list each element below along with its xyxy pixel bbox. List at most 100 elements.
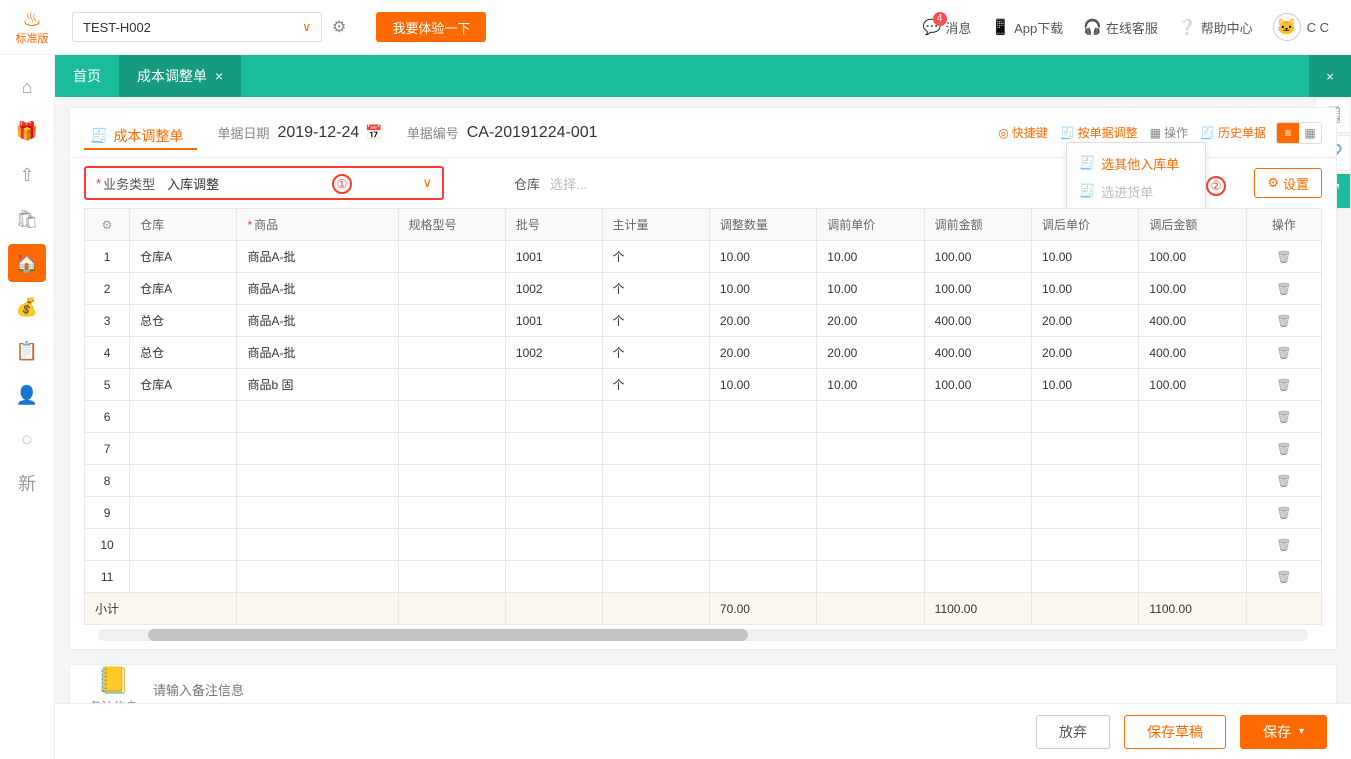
nav-flow[interactable]: ◌ (8, 420, 46, 458)
cell-post-amount[interactable] (1139, 529, 1246, 561)
cell-post-price[interactable] (1032, 433, 1139, 465)
cell-post-amount[interactable]: 100.00 (1139, 369, 1246, 401)
gear-icon[interactable]: ⚙ (332, 17, 346, 37)
nav-new[interactable]: 新 (8, 464, 46, 502)
cell-pre-price[interactable] (817, 561, 924, 593)
table-row[interactable]: 7🗑 (85, 433, 1322, 465)
remark-input[interactable] (141, 671, 1320, 703)
cell-post-price[interactable]: 10.00 (1032, 241, 1139, 273)
col-pre-amount[interactable]: 调前金额 (924, 209, 1031, 241)
cell-batch[interactable]: 1001 (505, 241, 602, 273)
cell-post-amount[interactable]: 400.00 (1139, 337, 1246, 369)
cell-qty[interactable]: 10.00 (709, 369, 816, 401)
col-spec[interactable]: 规格型号 (398, 209, 505, 241)
operation-link[interactable]: ▦操作 (1150, 124, 1188, 141)
cell-warehouse[interactable]: 仓库A (130, 273, 237, 305)
cell-unit[interactable] (602, 433, 709, 465)
cell-batch[interactable] (505, 529, 602, 561)
cell-post-price[interactable] (1032, 561, 1139, 593)
delete-row-button[interactable]: 🗑 (1246, 401, 1321, 433)
cell-product[interactable] (237, 433, 398, 465)
cell-spec[interactable] (398, 529, 505, 561)
doc-type-tab[interactable]: 🧾 成本调整单 (84, 116, 197, 150)
cell-post-price[interactable]: 10.00 (1032, 273, 1139, 305)
table-row[interactable]: 6🗑 (85, 401, 1322, 433)
cell-post-price[interactable] (1032, 529, 1139, 561)
table-row[interactable]: 11🗑 (85, 561, 1322, 593)
header-gear[interactable]: ⚙ (85, 209, 130, 241)
scrollbar-thumb[interactable] (148, 629, 748, 641)
cell-spec[interactable] (398, 497, 505, 529)
cell-post-amount[interactable] (1139, 561, 1246, 593)
nav-doc[interactable]: 📋 (8, 332, 46, 370)
cell-warehouse[interactable]: 仓库A (130, 241, 237, 273)
cell-batch[interactable] (505, 497, 602, 529)
cell-post-price[interactable] (1032, 401, 1139, 433)
table-row[interactable]: 10🗑 (85, 529, 1322, 561)
cell-warehouse[interactable]: 总仓 (130, 305, 237, 337)
cell-warehouse[interactable] (130, 401, 237, 433)
cell-product[interactable] (237, 465, 398, 497)
cell-batch[interactable] (505, 369, 602, 401)
adjust-by-bill-link[interactable]: 🧾按单据调整 (1060, 124, 1138, 141)
cell-pre-price[interactable] (817, 433, 924, 465)
nav-bag[interactable]: 🛍 (8, 200, 46, 238)
cell-unit[interactable]: 个 (602, 305, 709, 337)
col-unit[interactable]: 主计量 (602, 209, 709, 241)
cell-product[interactable]: 商品A-批 (237, 273, 398, 305)
cell-unit[interactable] (602, 561, 709, 593)
table-row[interactable]: 9🗑 (85, 497, 1322, 529)
cell-post-amount[interactable] (1139, 465, 1246, 497)
cell-unit[interactable]: 个 (602, 369, 709, 401)
cell-spec[interactable] (398, 561, 505, 593)
delete-row-button[interactable]: 🗑 (1246, 529, 1321, 561)
cell-pre-price[interactable] (817, 497, 924, 529)
cell-qty[interactable] (709, 529, 816, 561)
cell-qty[interactable]: 10.00 (709, 241, 816, 273)
cell-spec[interactable] (398, 241, 505, 273)
nav-gift[interactable]: 🎁 (8, 112, 46, 150)
cell-pre-amount[interactable]: 100.00 (924, 241, 1031, 273)
cell-warehouse[interactable] (130, 465, 237, 497)
cell-pre-amount[interactable] (924, 497, 1031, 529)
nav-warehouse[interactable]: 🏠 (8, 244, 46, 282)
cell-pre-price[interactable] (817, 401, 924, 433)
delete-row-button[interactable]: 🗑 (1246, 337, 1321, 369)
delete-row-button[interactable]: 🗑 (1246, 497, 1321, 529)
cell-qty[interactable] (709, 497, 816, 529)
table-row[interactable]: 2仓库A商品A-批1002个10.0010.00100.0010.00100.0… (85, 273, 1322, 305)
cell-batch[interactable] (505, 401, 602, 433)
cell-unit[interactable] (602, 465, 709, 497)
table-row[interactable]: 8🗑 (85, 465, 1322, 497)
discard-button[interactable]: 放弃 (1036, 715, 1110, 749)
cell-spec[interactable] (398, 337, 505, 369)
view-grid[interactable]: ▦ (1299, 123, 1321, 143)
cell-spec[interactable] (398, 465, 505, 497)
table-row[interactable]: 3总仓商品A-批1001个20.0020.00400.0020.00400.00… (85, 305, 1322, 337)
shortcut-link[interactable]: ◎快捷键 (998, 124, 1048, 141)
col-pre-price[interactable]: 调前单价 (817, 209, 924, 241)
table-row[interactable]: 4总仓商品A-批1002个20.0020.00400.0020.00400.00… (85, 337, 1322, 369)
col-batch[interactable]: 批号 (505, 209, 602, 241)
cell-spec[interactable] (398, 273, 505, 305)
delete-row-button[interactable]: 🗑 (1246, 465, 1321, 497)
cell-pre-amount[interactable] (924, 401, 1031, 433)
cell-pre-amount[interactable]: 100.00 (924, 273, 1031, 305)
nav-home[interactable]: ⌂ (8, 68, 46, 106)
cell-unit[interactable]: 个 (602, 273, 709, 305)
cell-pre-amount[interactable] (924, 561, 1031, 593)
cell-pre-price[interactable]: 10.00 (817, 369, 924, 401)
delete-row-button[interactable]: 🗑 (1246, 433, 1321, 465)
cell-batch[interactable] (505, 465, 602, 497)
cell-batch[interactable]: 1002 (505, 273, 602, 305)
cell-pre-price[interactable] (817, 465, 924, 497)
cell-warehouse[interactable] (130, 561, 237, 593)
cell-warehouse[interactable]: 仓库A (130, 369, 237, 401)
cell-qty[interactable] (709, 561, 816, 593)
cell-unit[interactable]: 个 (602, 241, 709, 273)
cell-pre-price[interactable]: 20.00 (817, 305, 924, 337)
cell-pre-amount[interactable] (924, 465, 1031, 497)
nav-money[interactable]: 💰 (8, 288, 46, 326)
cell-post-price[interactable]: 20.00 (1032, 305, 1139, 337)
cell-post-amount[interactable] (1139, 401, 1246, 433)
